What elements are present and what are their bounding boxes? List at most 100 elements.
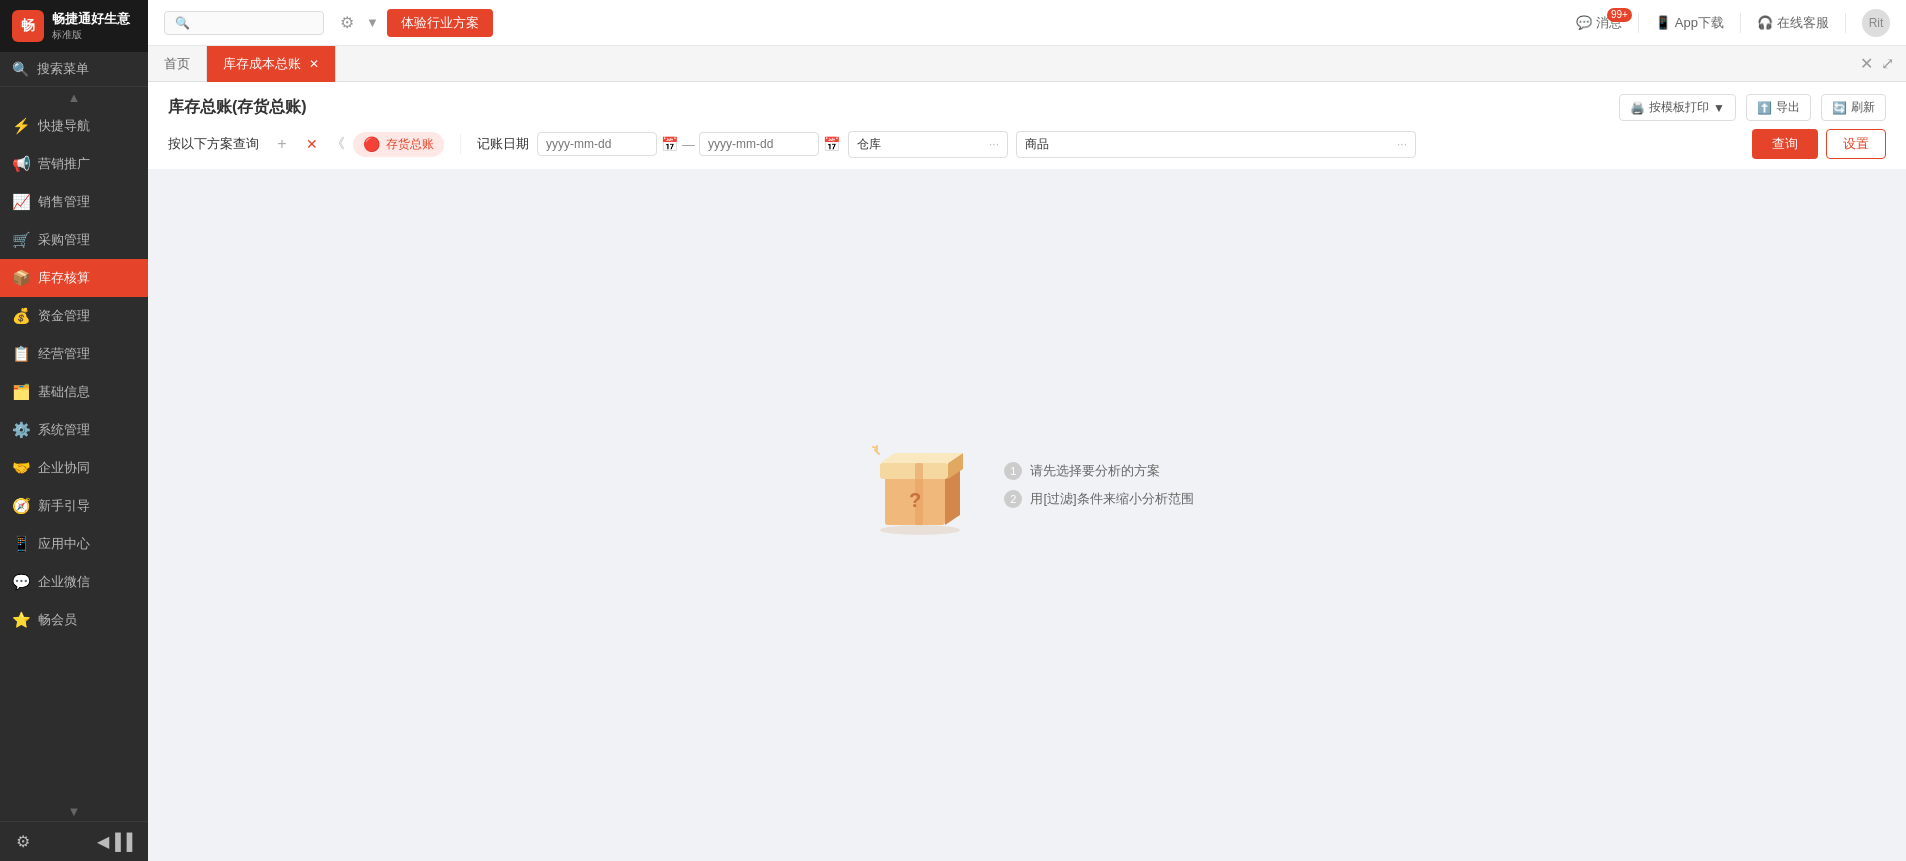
empty-icon: ? [860,425,980,545]
app-edition: 标准版 [52,28,130,42]
tab-right-actions: ✕ ⤢ [1848,54,1906,73]
message-btn[interactable]: 💬 消息 99+ [1576,14,1622,32]
scheme-icon: 🔴 [363,136,380,152]
sidebar-item-quick-nav[interactable]: ⚡ 快捷导航 [0,107,148,145]
sidebar-item-label: 销售管理 [38,193,90,211]
sidebar-item-marketing[interactable]: 📢 营销推广 [0,145,148,183]
service-icon: 🎧 [1757,15,1773,30]
warehouse-label: 仓库 [857,136,881,153]
export-label: 导出 [1776,99,1800,116]
topbar-search-icon: 🔍 [175,16,190,30]
sales-icon: 📈 [12,193,30,211]
sidebar: 畅 畅捷通好生意 标准版 🔍 搜索菜单 ▲ ⚡ 快捷导航 📢 营销推广 📈 销售… [0,0,148,861]
quick-nav-icon: ⚡ [12,117,30,135]
online-service-label: 在线客服 [1777,14,1829,32]
sidebar-search[interactable]: 🔍 搜索菜单 [0,52,148,87]
date-field-label: 记账日期 [477,135,529,153]
purchase-icon: 🛒 [12,231,30,249]
tab-expand-icon[interactable]: ⤢ [1881,54,1894,73]
sidebar-item-label: 快捷导航 [38,117,90,135]
sidebar-item-label: 采购管理 [38,231,90,249]
audio-footer-icon[interactable]: ◀▐▐ [97,832,132,851]
divider2 [1740,13,1741,33]
filter-add-btn[interactable]: + [271,133,293,155]
sidebar-nav: ⚡ 快捷导航 📢 营销推广 📈 销售管理 🛒 采购管理 📦 库存核算 💰 资金管… [0,107,148,801]
app-name: 畅捷通好生意 [52,10,130,28]
message-badge: 99+ [1607,8,1632,22]
divider1 [1638,13,1639,33]
refresh-btn[interactable]: 🔄 刷新 [1821,94,1886,121]
online-service-btn[interactable]: 🎧 在线客服 [1757,14,1829,32]
product-label: 商品 [1025,136,1049,153]
filter-collapse-btn[interactable]: 《 [331,135,345,153]
tip-num-2: 2 [1004,490,1022,508]
sidebar-item-guide[interactable]: 🧭 新手引导 [0,487,148,525]
sidebar-item-enterprise[interactable]: 🤝 企业协同 [0,449,148,487]
sidebar-item-label: 基础信息 [38,383,90,401]
tab-home[interactable]: 首页 [148,46,207,82]
sidebar-item-operations[interactable]: 📋 经营管理 [0,335,148,373]
scheme-tag[interactable]: 🔴 存货总账 [353,132,444,157]
app-download-label: App下载 [1675,14,1724,32]
sidebar-scroll-down[interactable]: ▼ [0,801,148,821]
date-to-input[interactable] [699,132,819,156]
sidebar-item-label: 库存核算 [38,269,90,287]
svg-point-0 [880,525,960,535]
topbar-search-box[interactable]: 🔍 [164,11,324,35]
refresh-icon: 🔄 [1832,101,1847,115]
date-separator: — [682,137,695,152]
sidebar-footer: ⚙ ◀▐▐ [0,821,148,861]
marketing-icon: 📢 [12,155,30,173]
operations-icon: 📋 [12,345,30,363]
cal-to-icon[interactable]: 📅 [823,136,840,152]
sidebar-item-inventory[interactable]: 📦 库存核算 [0,259,148,297]
sidebar-item-member[interactable]: ⭐ 畅会员 [0,601,148,639]
tab-inventory-cost[interactable]: 库存成本总账 ✕ [207,46,336,82]
page-header-top: 库存总账(存货总账) 🖨️ 按模板打印 ▼ ⬆️ 导出 🔄 刷新 [148,82,1906,121]
sidebar-item-wechat[interactable]: 💬 企业微信 [0,563,148,601]
sidebar-item-label: 企业微信 [38,573,90,591]
app-download-icon: 📱 [1655,15,1671,30]
date-from-input[interactable] [537,132,657,156]
avatar[interactable]: Rit [1862,9,1890,37]
finance-icon: 💰 [12,307,30,325]
export-btn[interactable]: ⬆️ 导出 [1746,94,1811,121]
product-filter[interactable]: 商品 ··· [1016,131,1416,158]
topbar-dropdown-icon[interactable]: ▼ [366,15,379,30]
tab-close-panel-icon[interactable]: ✕ [1860,54,1873,73]
sidebar-item-label: 系统管理 [38,421,90,439]
date-range: 📅 — 📅 [537,132,840,156]
sidebar-scroll-up[interactable]: ▲ [0,87,148,107]
message-icon: 💬 [1576,15,1592,30]
tab-inventory-cost-label: 库存成本总账 [223,55,301,73]
sidebar-item-app-center[interactable]: 📱 应用中心 [0,525,148,563]
sidebar-item-label: 资金管理 [38,307,90,325]
settings-footer-icon[interactable]: ⚙ [16,832,30,851]
tab-close-btn[interactable]: ✕ [309,57,319,71]
main-area: 🔍 ⚙ ▼ 体验行业方案 💬 消息 99+ 📱 App下载 🎧 在线客服 [148,0,1906,861]
content-area: ? 1 请先选择要分析的方案 2 用[过滤]条件来缩小分析范围 [148,169,1906,861]
cal-from-icon[interactable]: 📅 [661,136,678,152]
scheme-tag-label: 存货总账 [386,136,434,153]
tip-num-1: 1 [1004,462,1022,480]
sidebar-item-sales[interactable]: 📈 销售管理 [0,183,148,221]
print-dropdown-icon: ▼ [1713,101,1725,115]
empty-tip-2: 2 用[过滤]条件来缩小分析范围 [1004,490,1193,508]
svg-line-11 [873,447,877,448]
sidebar-item-finance[interactable]: 💰 资金管理 [0,297,148,335]
print-btn[interactable]: 🖨️ 按模板打印 ▼ [1619,94,1736,121]
query-btn[interactable]: 查询 [1752,129,1818,159]
app-download-btn[interactable]: 📱 App下载 [1655,14,1724,32]
sidebar-item-system[interactable]: ⚙️ 系统管理 [0,411,148,449]
warehouse-filter[interactable]: 仓库 ··· [848,131,1008,158]
sidebar-item-purchase[interactable]: 🛒 采购管理 [0,221,148,259]
settings-btn[interactable]: 设置 [1826,129,1886,159]
tabs-bar: 首页 库存成本总账 ✕ ✕ ⤢ [148,46,1906,82]
filter-del-btn[interactable]: ✕ [301,133,323,155]
industry-btn[interactable]: 体验行业方案 [387,9,493,37]
product-more-icon: ··· [1397,137,1407,151]
wechat-icon: 💬 [12,573,30,591]
topbar-settings-icon[interactable]: ⚙ [340,13,354,32]
sidebar-item-basics[interactable]: 🗂️ 基础信息 [0,373,148,411]
sidebar-item-label: 营销推广 [38,155,90,173]
